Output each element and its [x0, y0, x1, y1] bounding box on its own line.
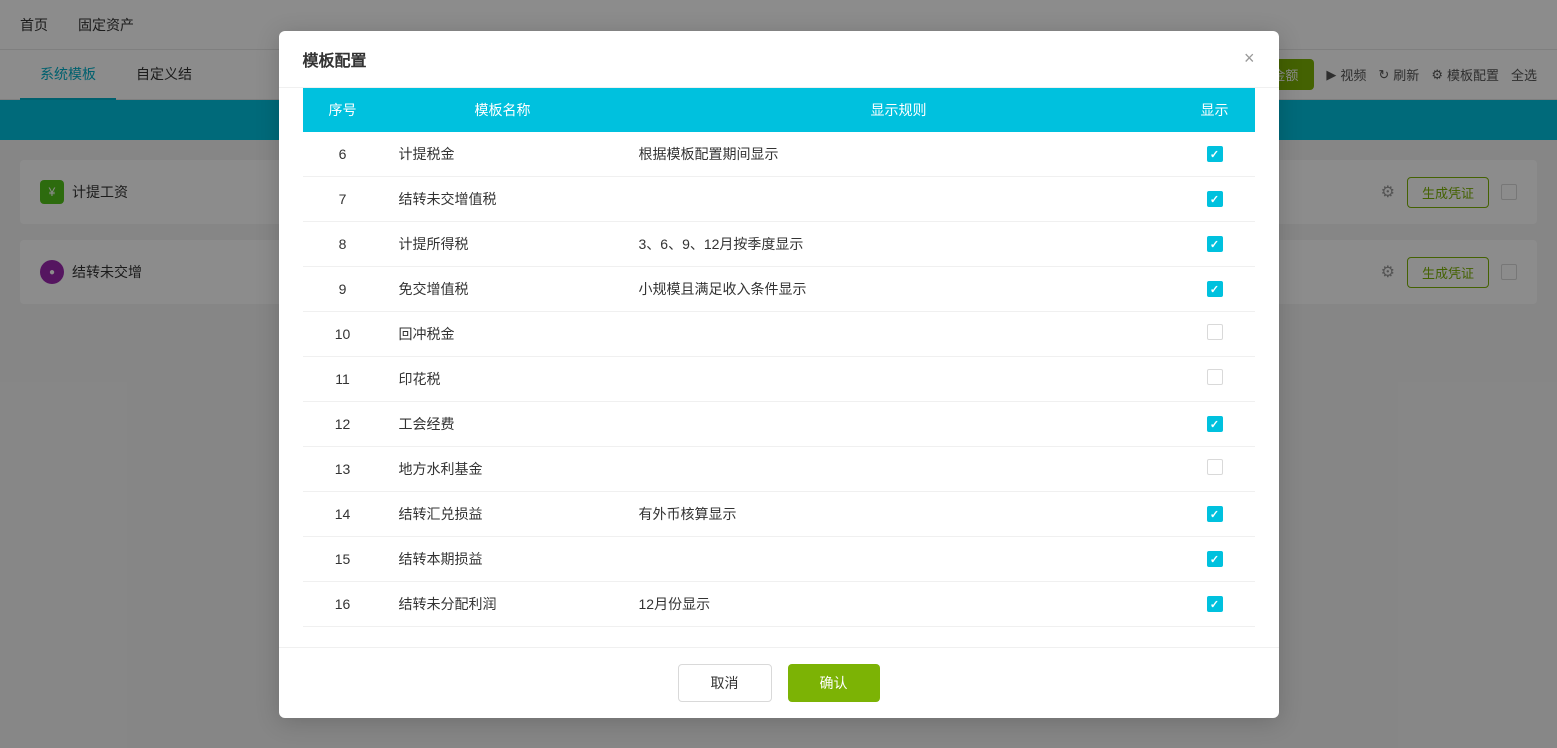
modal-header: 模板配置 × [279, 31, 1279, 88]
cell-check-2 [1175, 221, 1255, 266]
cell-id-6: 12 [303, 401, 383, 446]
cell-id-7: 13 [303, 446, 383, 491]
cell-check-8 [1175, 491, 1255, 536]
cell-check-6 [1175, 401, 1255, 446]
cell-name-7: 地方水利基金 [383, 446, 623, 491]
table-row: 13地方水利基金 [303, 446, 1255, 491]
cell-name-8: 结转汇兑损益 [383, 491, 623, 536]
cell-rule-7 [623, 446, 1175, 491]
cell-id-9: 15 [303, 536, 383, 581]
cell-rule-2: 3、6、9、12月按季度显示 [623, 221, 1175, 266]
cell-name-9: 结转本期损益 [383, 536, 623, 581]
modal-close-button[interactable]: × [1244, 48, 1255, 69]
table-row: 10回冲税金 [303, 311, 1255, 356]
cell-name-10: 结转未分配利润 [383, 581, 623, 626]
cell-id-5: 11 [303, 356, 383, 401]
config-table: 序号 模板名称 显示规则 显示 6计提税金根据模板配置期间显示7结转未交增值税8… [303, 88, 1255, 627]
cell-name-0: 计提税金 [383, 132, 623, 177]
modal-body: 序号 模板名称 显示规则 显示 6计提税金根据模板配置期间显示7结转未交增值税8… [279, 88, 1279, 647]
table-row: 16结转未分配利润12月份显示 [303, 581, 1255, 626]
cell-rule-9 [623, 536, 1175, 581]
col-header-id: 序号 [303, 88, 383, 132]
cell-name-3: 免交增值税 [383, 266, 623, 311]
table-header: 序号 模板名称 显示规则 显示 [303, 88, 1255, 132]
cell-check-1 [1175, 176, 1255, 221]
col-header-show: 显示 [1175, 88, 1255, 132]
cell-rule-0: 根据模板配置期间显示 [623, 132, 1175, 177]
cell-id-0: 6 [303, 132, 383, 177]
col-header-rule: 显示规则 [623, 88, 1175, 132]
cell-name-2: 计提所得税 [383, 221, 623, 266]
cell-rule-6 [623, 401, 1175, 446]
table-row: 11印花税 [303, 356, 1255, 401]
cell-id-10: 16 [303, 581, 383, 626]
modal-footer: 取消 确认 [279, 647, 1279, 718]
checkbox-5[interactable] [1207, 369, 1223, 385]
cell-id-2: 8 [303, 221, 383, 266]
cell-check-0 [1175, 132, 1255, 177]
checkbox-6[interactable] [1207, 416, 1223, 432]
cell-check-9 [1175, 536, 1255, 581]
checkbox-3[interactable] [1207, 281, 1223, 297]
table-body: 6计提税金根据模板配置期间显示7结转未交增值税8计提所得税3、6、9、12月按季… [303, 132, 1255, 627]
cell-rule-5 [623, 356, 1175, 401]
checkbox-2[interactable] [1207, 236, 1223, 252]
table-row: 9免交增值税小规模且满足收入条件显示 [303, 266, 1255, 311]
checkbox-4[interactable] [1207, 324, 1223, 340]
confirm-button[interactable]: 确认 [788, 664, 880, 702]
cell-check-10 [1175, 581, 1255, 626]
cell-name-1: 结转未交增值税 [383, 176, 623, 221]
modal-template-config: 模板配置 × 序号 模板名称 显示规则 显示 6计提税金根据模板配置期间显示7结… [279, 31, 1279, 718]
col-header-name: 模板名称 [383, 88, 623, 132]
cell-name-6: 工会经费 [383, 401, 623, 446]
cell-id-4: 10 [303, 311, 383, 356]
table-row: 12工会经费 [303, 401, 1255, 446]
cell-rule-4 [623, 311, 1175, 356]
cell-id-3: 9 [303, 266, 383, 311]
table-row: 15结转本期损益 [303, 536, 1255, 581]
modal-title: 模板配置 [303, 47, 367, 71]
checkbox-0[interactable] [1207, 146, 1223, 162]
checkbox-10[interactable] [1207, 596, 1223, 612]
table-row: 8计提所得税3、6、9、12月按季度显示 [303, 221, 1255, 266]
table-row: 6计提税金根据模板配置期间显示 [303, 132, 1255, 177]
table-row: 14结转汇兑损益有外币核算显示 [303, 491, 1255, 536]
checkbox-9[interactable] [1207, 551, 1223, 567]
cancel-button[interactable]: 取消 [678, 664, 772, 702]
cell-rule-10: 12月份显示 [623, 581, 1175, 626]
cell-check-7 [1175, 446, 1255, 491]
cell-rule-3: 小规模且满足收入条件显示 [623, 266, 1175, 311]
cell-id-1: 7 [303, 176, 383, 221]
cell-check-3 [1175, 266, 1255, 311]
checkbox-8[interactable] [1207, 506, 1223, 522]
cell-id-8: 14 [303, 491, 383, 536]
cell-name-5: 印花税 [383, 356, 623, 401]
checkbox-7[interactable] [1207, 459, 1223, 475]
cell-check-4 [1175, 311, 1255, 356]
checkbox-1[interactable] [1207, 191, 1223, 207]
modal-overlay: 模板配置 × 序号 模板名称 显示规则 显示 6计提税金根据模板配置期间显示7结… [0, 0, 1557, 748]
cell-name-4: 回冲税金 [383, 311, 623, 356]
table-row: 7结转未交增值税 [303, 176, 1255, 221]
cell-rule-8: 有外币核算显示 [623, 491, 1175, 536]
cell-rule-1 [623, 176, 1175, 221]
cell-check-5 [1175, 356, 1255, 401]
